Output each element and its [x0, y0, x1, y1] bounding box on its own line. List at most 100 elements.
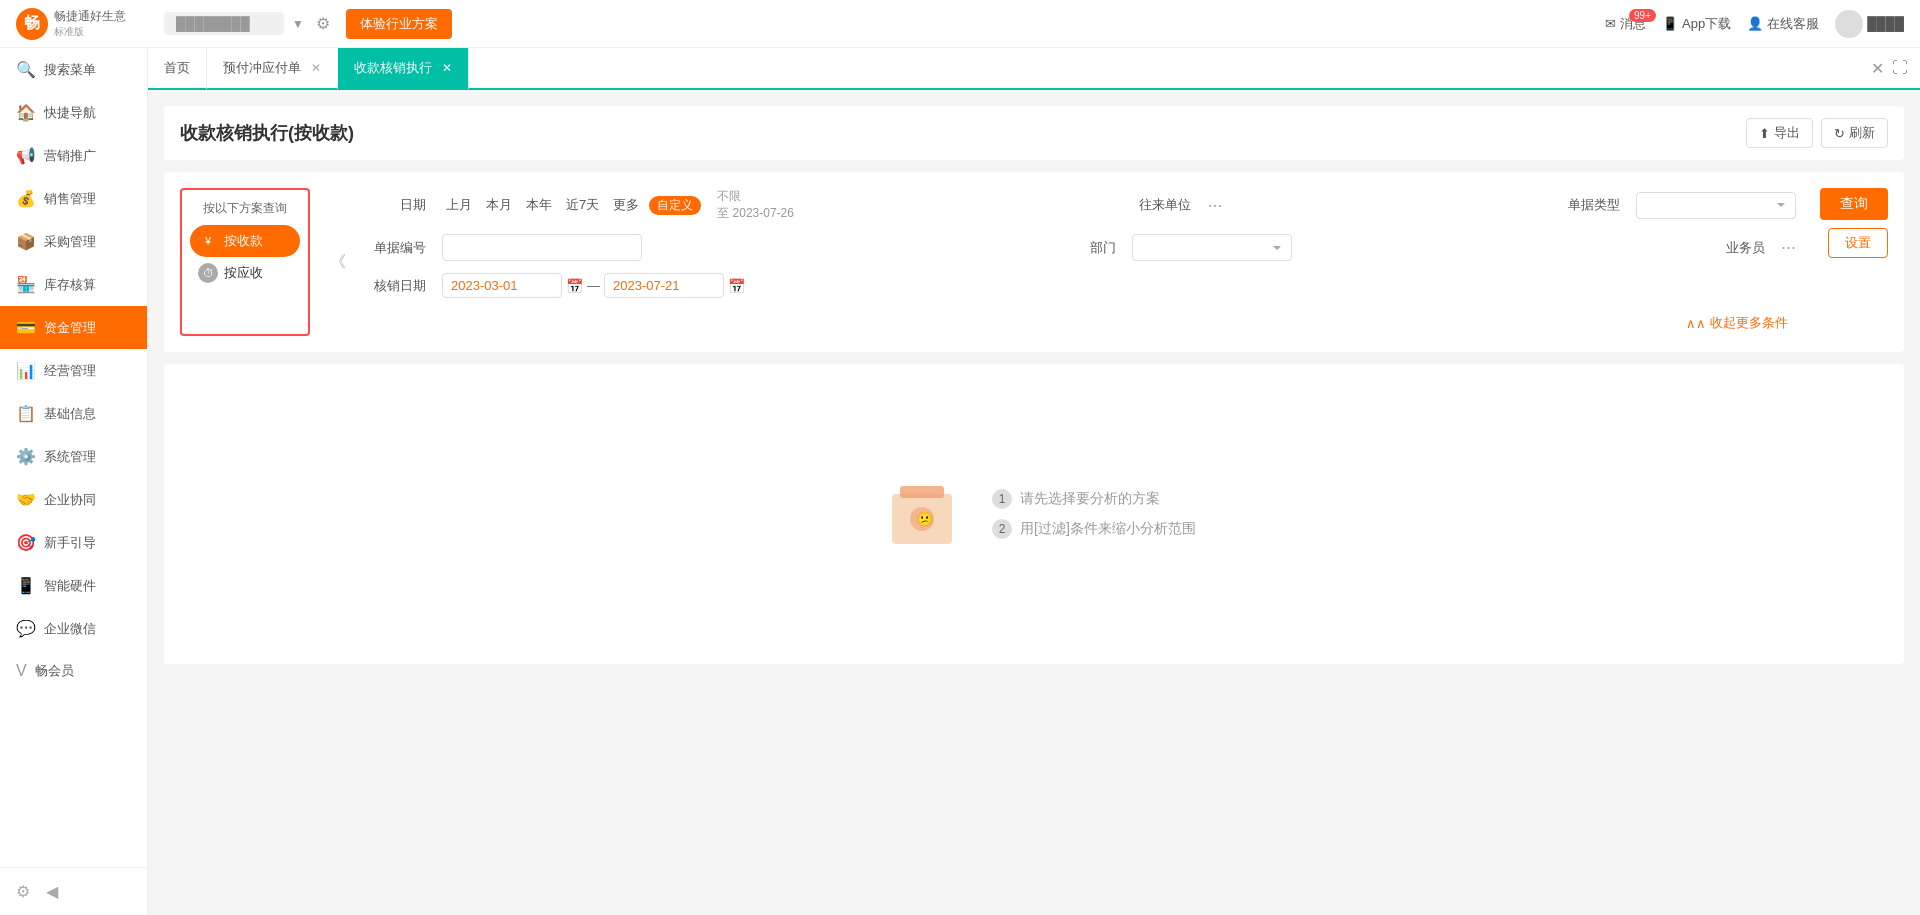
- export-icon: ⬆: [1759, 126, 1770, 141]
- export-button[interactable]: ⬆ 导出: [1746, 118, 1813, 148]
- receivable-option-label: 按应收: [224, 264, 263, 282]
- sidebar-item-inventory[interactable]: 🏪 库存核算: [0, 263, 147, 306]
- date-custom-tag[interactable]: 自定义: [649, 196, 701, 215]
- sidebar-item-vip[interactable]: V 畅会员: [0, 650, 147, 692]
- sidebar-item-sys-mgmt[interactable]: ⚙️ 系统管理: [0, 435, 147, 478]
- logo-icon: 畅: [16, 8, 48, 40]
- sidebar-icon-sys-mgmt: ⚙️: [16, 447, 36, 466]
- sidebar-icon-inventory: 🏪: [16, 275, 36, 294]
- sidebar-label-sales-mgmt: 销售管理: [44, 190, 96, 208]
- date-to-text: 至 2023-07-26: [717, 205, 794, 222]
- sidebar-label-marketing: 营销推广: [44, 147, 96, 165]
- date-nolimit-text: 不限: [717, 188, 794, 205]
- sidebar-icon-purchase-mgmt: 📦: [16, 232, 36, 251]
- message-button[interactable]: ✉ 消息 99+: [1605, 15, 1646, 33]
- user-area[interactable]: ████: [1835, 10, 1904, 38]
- filter-collapse-button[interactable]: 《: [322, 188, 354, 336]
- sidebar-item-marketing[interactable]: 📢 营销推广: [0, 134, 147, 177]
- sidebar-label-search-menu: 搜索菜单: [44, 61, 96, 79]
- date-group: 上月 本月 本年 近7天 更多 自定义: [442, 194, 701, 216]
- filter-row-2: 单据编号 部门 业务员 ···: [366, 234, 1796, 261]
- date-last-month[interactable]: 上月: [442, 194, 476, 216]
- doc-no-input[interactable]: [442, 234, 642, 261]
- salesperson-dots[interactable]: ···: [1781, 237, 1796, 258]
- avatar: [1835, 10, 1863, 38]
- dept-select[interactable]: [1132, 234, 1292, 261]
- sidebar-label-beginner-guide: 新手引导: [44, 534, 96, 552]
- sidebar-item-purchase-mgmt[interactable]: 📦 采购管理: [0, 220, 147, 263]
- tab-home[interactable]: 首页: [148, 47, 207, 89]
- sidebar-label-biz-mgmt: 经营管理: [44, 362, 96, 380]
- sidebar-item-sales-mgmt[interactable]: 💰 销售管理: [0, 177, 147, 220]
- tab-prepay-offset[interactable]: 预付冲应付单 ✕: [207, 47, 338, 89]
- home-tab-label: 首页: [164, 59, 190, 77]
- partner-dots[interactable]: ···: [1207, 195, 1222, 216]
- sidebar-item-enterprise-wechat[interactable]: 💬 企业微信: [0, 607, 147, 650]
- page-area: 收款核销执行(按收款) ⬆ 导出 ↻ 刷新 按以下方案查询 ¥ 按收款: [148, 90, 1920, 915]
- gear-icon[interactable]: ⚙: [316, 14, 330, 33]
- filter-form: 日期 上月 本月 本年 近7天 更多 自定义 不限 至 2023-07-26: [366, 188, 1796, 336]
- date-label: 日期: [366, 196, 426, 214]
- date-nolimit-group: 不限 至 2023-07-26: [717, 188, 794, 222]
- chevron-down-icon[interactable]: ▼: [292, 17, 304, 31]
- collapse-more-button[interactable]: ∧∧ 收起更多条件: [366, 310, 1796, 336]
- query-button[interactable]: 查询: [1820, 188, 1888, 220]
- sidebar-label-enterprise-collab: 企业协同: [44, 491, 96, 509]
- app-download-button[interactable]: 📱 App下载: [1662, 15, 1731, 33]
- receivable-option-icon: ⏱: [198, 263, 218, 283]
- salesperson-label: 业务员: [1705, 239, 1765, 257]
- app-download-label: App下载: [1682, 15, 1731, 33]
- refresh-label: 刷新: [1849, 124, 1875, 142]
- offset-date-end-input[interactable]: [604, 273, 724, 298]
- doc-type-select[interactable]: [1636, 192, 1796, 219]
- message-icon: ✉: [1605, 16, 1616, 31]
- partner-label: 往来单位: [1131, 196, 1191, 214]
- refresh-icon: ↻: [1834, 126, 1845, 141]
- sidebar-icon-enterprise-wechat: 💬: [16, 619, 36, 638]
- refresh-button[interactable]: ↻ 刷新: [1821, 118, 1888, 148]
- company-name[interactable]: ████████: [164, 12, 284, 35]
- sidebar-icon-search-menu: 🔍: [16, 60, 36, 79]
- date-this-year[interactable]: 本年: [522, 194, 556, 216]
- receipt-option-icon: ¥: [198, 231, 218, 251]
- close-tab-icon[interactable]: ✕: [1871, 59, 1884, 78]
- sidebar-label-basic-info: 基础信息: [44, 405, 96, 423]
- tab-receipt-close-icon[interactable]: ✕: [442, 61, 452, 75]
- calendar-end-icon[interactable]: 📅: [728, 278, 745, 294]
- online-service-label: 在线客服: [1767, 15, 1819, 33]
- page-header: 收款核销执行(按收款) ⬆ 导出 ↻ 刷新: [164, 106, 1904, 160]
- sidebar-item-search-menu[interactable]: 🔍 搜索菜单: [0, 48, 147, 91]
- receipt-option-label: 按收款: [224, 232, 263, 250]
- settings-button[interactable]: 设置: [1828, 228, 1888, 258]
- empty-tip-2: 2 用[过滤]条件来缩小分析范围: [992, 519, 1196, 539]
- filter-by-receivable[interactable]: ⏱ 按应收: [190, 257, 300, 289]
- calendar-start-icon[interactable]: 📅: [566, 278, 583, 294]
- sidebar-icon-enterprise-collab: 🤝: [16, 490, 36, 509]
- date-more[interactable]: 更多: [609, 194, 643, 216]
- filter-by-receipt[interactable]: ¥ 按收款: [190, 225, 300, 257]
- page-actions: ⬆ 导出 ↻ 刷新: [1746, 118, 1888, 148]
- offset-date-start-input[interactable]: [442, 273, 562, 298]
- empty-state: 😕 1 请先选择要分析的方案 2 用[过滤]条件来缩小分析范围: [164, 364, 1904, 664]
- sidebar-item-fund-mgmt[interactable]: 💳 资金管理: [0, 306, 147, 349]
- sidebar-item-basic-info[interactable]: 📋 基础信息: [0, 392, 147, 435]
- date-this-month[interactable]: 本月: [482, 194, 516, 216]
- collapse-icon[interactable]: ◀: [46, 882, 58, 901]
- sidebar-item-biz-mgmt[interactable]: 📊 经营管理: [0, 349, 147, 392]
- filter-container: 按以下方案查询 ¥ 按收款 ⏱ 按应收 《 日期: [164, 172, 1904, 352]
- app-icon: 📱: [1662, 16, 1678, 31]
- sidebar-item-beginner-guide[interactable]: 🎯 新手引导: [0, 521, 147, 564]
- message-badge: 99+: [1629, 9, 1656, 22]
- expand-tab-icon[interactable]: ⛶: [1892, 59, 1908, 77]
- sidebar-item-enterprise-collab[interactable]: 🤝 企业协同: [0, 478, 147, 521]
- sidebar-item-quick-nav[interactable]: 🏠 快捷导航: [0, 91, 147, 134]
- tab-receipt-offset[interactable]: 收款核销执行 ✕: [338, 47, 469, 89]
- online-service-button[interactable]: 👤 在线客服: [1747, 15, 1819, 33]
- sidebar-label-inventory: 库存核算: [44, 276, 96, 294]
- date-7days[interactable]: 近7天: [562, 194, 603, 216]
- industry-button[interactable]: 体验行业方案: [346, 9, 452, 39]
- sidebar-label-vip: 畅会员: [35, 662, 74, 680]
- tab-prepay-close-icon[interactable]: ✕: [311, 61, 321, 75]
- settings-bottom-icon[interactable]: ⚙: [16, 882, 30, 901]
- sidebar-item-smart-hw[interactable]: 📱 智能硬件: [0, 564, 147, 607]
